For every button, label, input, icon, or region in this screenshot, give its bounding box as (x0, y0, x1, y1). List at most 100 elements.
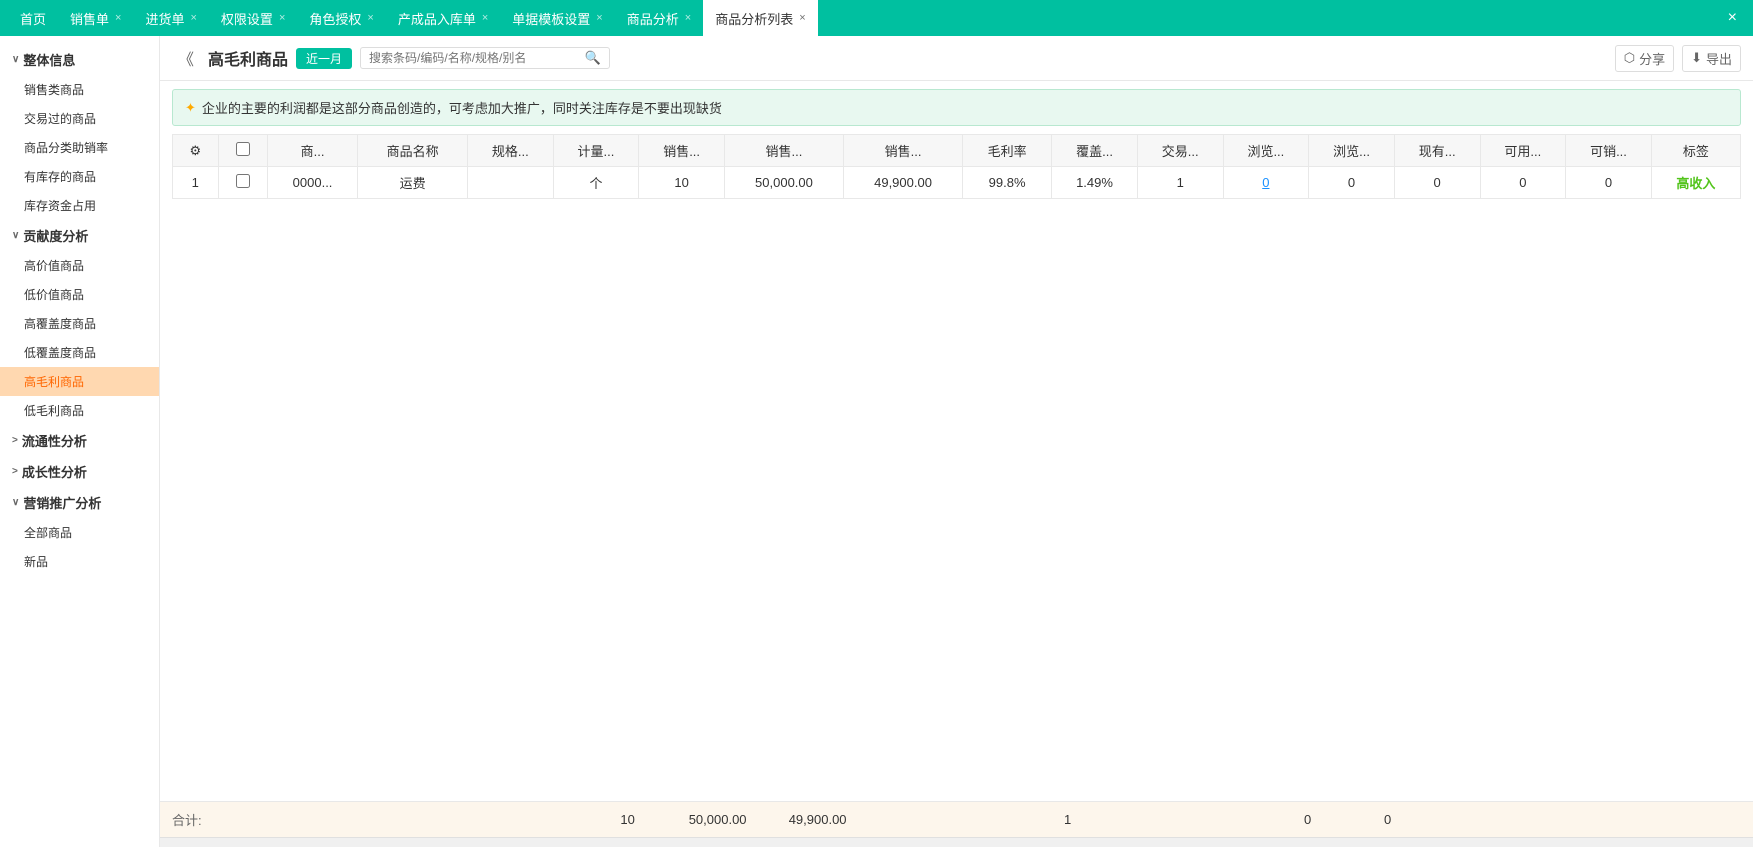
sidebar-group-label: 整体信息 (23, 50, 75, 69)
nav-item-首页[interactable]: 首页 (8, 0, 58, 36)
export-button[interactable]: ⬇ 导出 (1682, 45, 1741, 72)
period-filter-button[interactable]: 近一月 (296, 48, 352, 69)
cell-sellable: 0 (1566, 167, 1652, 199)
nav-item-产成品入库单[interactable]: 产成品入库单× (386, 0, 500, 36)
sidebar-item-高覆盖度商品[interactable]: 高覆盖度商品 (0, 309, 159, 338)
col-header-view2[interactable]: 浏览... (1309, 135, 1395, 167)
cell-coverage: 1.49% (1052, 167, 1138, 199)
nav-close-icon[interactable]: × (367, 12, 373, 24)
nav-close-icon[interactable]: × (482, 12, 488, 24)
cell-view1[interactable]: 0 (1223, 167, 1309, 199)
collapse-sidebar-button[interactable]: 《 (172, 44, 200, 72)
col-header-unit[interactable]: 计量... (553, 135, 639, 167)
col-header-sale_amount[interactable]: 销售... (724, 135, 843, 167)
table-row: 10000...运费个1050,000.0049,900.0099.8%1.49… (173, 167, 1741, 199)
col-header-name[interactable]: 商品名称 (358, 135, 468, 167)
sidebar-group-成长性分析[interactable]: >成长性分析 (0, 456, 159, 487)
sidebar-group-流通性分析[interactable]: > 流通性分析 (0, 425, 159, 456)
table-container: ⚙商...商品名称规格...计量...销售...销售...销售...毛利率覆盖.… (160, 134, 1753, 801)
chevron-icon: ∨ (12, 497, 19, 508)
nav-item-进货单[interactable]: 进货单× (133, 0, 208, 36)
nav-close-icon[interactable]: × (685, 12, 691, 24)
sidebar-item-低价值商品[interactable]: 低价值商品 (0, 280, 159, 309)
search-icon[interactable]: 🔍 (585, 50, 601, 66)
nav-close-icon[interactable]: × (596, 12, 602, 24)
close-all-button[interactable]: × (1720, 9, 1745, 27)
sidebar-group-贡献度分析[interactable]: ∨贡献度分析 (0, 220, 159, 251)
sidebar-item-全部商品[interactable]: 全部商品 (0, 518, 159, 547)
col-header-checkbox[interactable] (218, 135, 267, 167)
search-box: 🔍 (360, 47, 610, 69)
top-navigation: 首页销售单×进货单×权限设置×角色授权×产成品入库单×单据模板设置×商品分析×商… (0, 0, 1753, 36)
cell-gross_margin: 99.8% (963, 167, 1052, 199)
cell-code: 0000... (267, 167, 357, 199)
col-header-sale_qty[interactable]: 销售... (639, 135, 725, 167)
col-header-sellable[interactable]: 可销... (1566, 135, 1652, 167)
sidebar-item-新品[interactable]: 新品 (0, 547, 159, 576)
footer-sale-profit: 49,900.00 (768, 812, 868, 827)
nav-close-icon[interactable]: × (115, 12, 121, 24)
chevron-icon: > (12, 466, 18, 477)
sidebar-group-label: 贡献度分析 (23, 226, 88, 245)
sidebar: ∨整体信息销售类商品交易过的商品商品分类助销率有库存的商品库存资金占用∨贡献度分… (0, 36, 160, 847)
footer-sale-amount: 50,000.00 (668, 812, 768, 827)
nav-item-商品分析列表[interactable]: 商品分析列表× (703, 0, 817, 36)
footer-current: 0 (1268, 812, 1348, 827)
search-input[interactable] (369, 51, 585, 65)
sidebar-item-销售类商品[interactable]: 销售类商品 (0, 75, 159, 104)
cell-spec (467, 167, 553, 199)
footer-trade: 1 (1028, 812, 1108, 827)
page-title: 高毛利商品 (208, 46, 288, 70)
cell-sale_amount: 50,000.00 (724, 167, 843, 199)
horizontal-scrollbar[interactable] (160, 837, 1753, 847)
col-header-coverage[interactable]: 覆盖... (1052, 135, 1138, 167)
nav-item-单据模板设置[interactable]: 单据模板设置× (500, 0, 614, 36)
chevron-icon: > (12, 435, 18, 446)
sidebar-item-有库存的商品[interactable]: 有库存的商品 (0, 162, 159, 191)
content-header: 《 高毛利商品 近一月 🔍 ⬡ 分享 ⬇ 导出 (160, 36, 1753, 81)
sidebar-item-库存资金占用[interactable]: 库存资金占用 (0, 191, 159, 220)
col-header-sale_profit[interactable]: 销售... (844, 135, 963, 167)
cell-index: 1 (173, 167, 219, 199)
col-header-current[interactable]: 现有... (1394, 135, 1480, 167)
sidebar-item-交易过的商品[interactable]: 交易过的商品 (0, 104, 159, 133)
cell-available: 0 (1480, 167, 1566, 199)
nav-item-销售单[interactable]: 销售单× (58, 0, 133, 36)
col-header-code[interactable]: 商... (267, 135, 357, 167)
nav-close-icon[interactable]: × (190, 12, 196, 24)
nav-close-icon[interactable]: × (279, 12, 285, 24)
cell-view2: 0 (1309, 167, 1395, 199)
cell-tag: 高收入 (1651, 167, 1740, 199)
nav-item-商品分析[interactable]: 商品分析× (615, 0, 703, 36)
content-panel: 《 高毛利商品 近一月 🔍 ⬡ 分享 ⬇ 导出 ✦ 企业的主要的利润都是这部分商… (160, 36, 1753, 847)
sidebar-item-低覆盖度商品[interactable]: 低覆盖度商品 (0, 338, 159, 367)
cell-trade: 1 (1137, 167, 1223, 199)
share-button[interactable]: ⬡ 分享 (1615, 45, 1674, 72)
cell-name: 运费 (358, 167, 468, 199)
chevron-icon: ∨ (12, 54, 19, 65)
nav-item-权限设置[interactable]: 权限设置× (209, 0, 297, 36)
info-message: 企业的主要的利润都是这部分商品创造的，可考虑加大推广，同时关注库存是不要出现缺货 (202, 98, 722, 117)
row-checkbox[interactable] (236, 174, 250, 188)
sidebar-group-label: 流通性分析 (22, 431, 87, 450)
col-header-tag[interactable]: 标签 (1651, 135, 1740, 167)
data-table: ⚙商...商品名称规格...计量...销售...销售...销售...毛利率覆盖.… (172, 134, 1741, 199)
col-header-spec[interactable]: 规格... (467, 135, 553, 167)
footer-bar: 合计: 10 50,000.00 49,900.00 1 0 0 (160, 801, 1753, 837)
sidebar-item-高价值商品[interactable]: 高价值商品 (0, 251, 159, 280)
col-header-settings[interactable]: ⚙ (173, 135, 219, 167)
sidebar-item-低毛利商品[interactable]: 低毛利商品 (0, 396, 159, 425)
sidebar-group-营销推广分析[interactable]: ∨营销推广分析 (0, 487, 159, 518)
col-header-available[interactable]: 可用... (1480, 135, 1566, 167)
cell-checkbox[interactable] (218, 167, 267, 199)
sidebar-group-整体信息[interactable]: ∨ 整体信息 (0, 44, 159, 75)
nav-close-icon[interactable]: × (799, 12, 805, 24)
view-link[interactable]: 0 (1262, 175, 1269, 190)
select-all-checkbox[interactable] (236, 142, 250, 156)
col-header-view1[interactable]: 浏览... (1223, 135, 1309, 167)
nav-item-角色授权[interactable]: 角色授权× (297, 0, 385, 36)
col-header-trade[interactable]: 交易... (1137, 135, 1223, 167)
sidebar-item-商品分类助销率[interactable]: 商品分类助销率 (0, 133, 159, 162)
sidebar-item-高毛利商品[interactable]: 高毛利商品 (0, 367, 159, 396)
col-header-gross_margin[interactable]: 毛利率 (963, 135, 1052, 167)
